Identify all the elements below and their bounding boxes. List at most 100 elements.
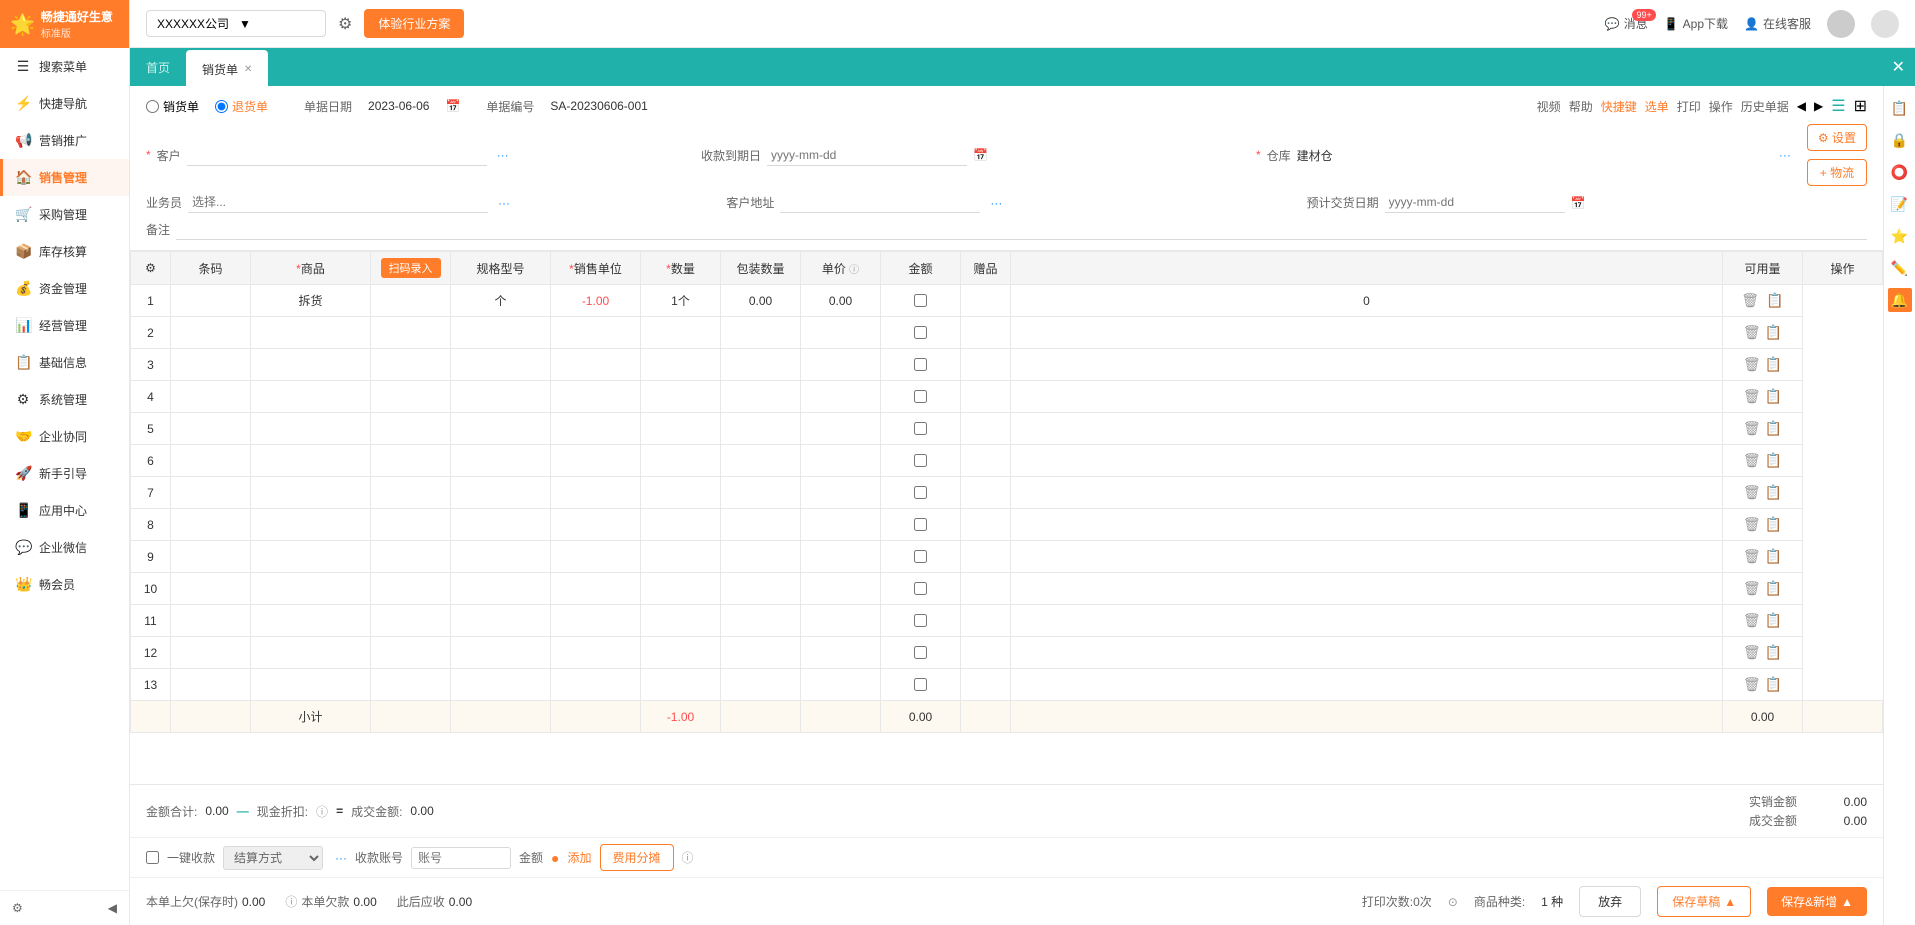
customer-input[interactable] [187,145,487,166]
gift-checkbox[interactable] [914,390,927,403]
gift-checkbox[interactable] [914,486,927,499]
gift-checkbox[interactable] [914,582,927,595]
video-btn[interactable]: 视频 [1537,98,1561,115]
right-panel-icon-2[interactable]: 🔒 [1888,128,1912,152]
delete-row-btn[interactable]: 🗑 [1741,516,1763,533]
right-panel-icon-6[interactable]: ✏️ [1888,256,1912,280]
online-service-item[interactable]: 👤 在线客服 [1744,15,1811,32]
logistics-button[interactable]: + 物流 [1807,159,1867,186]
company-selector[interactable]: XXXXXX公司 ▼ [146,10,326,37]
avatar2[interactable] [1871,10,1899,38]
row-barcode[interactable] [171,285,251,317]
sidebar-item-marketing[interactable]: 📢 营销推广 [0,122,129,159]
calendar-icon[interactable]: 📅 [445,99,460,113]
th-setting[interactable]: ⚙ [131,252,171,285]
list-view-icon[interactable]: ☰ [1831,96,1845,116]
scan-btn[interactable]: 扫码录入 [381,258,441,278]
message-item[interactable]: 💬 消息 99+ [1605,15,1648,32]
delete-row-btn[interactable]: 🗑 [1741,452,1763,469]
payment-dots[interactable]: ··· [335,851,347,865]
copy-row-btn[interactable]: 📋 [1763,676,1784,693]
settings-gear-icon[interactable]: ⚙ [338,14,352,34]
history-btn[interactable]: 历史单据 [1741,98,1789,115]
delete-row-btn[interactable]: 🗑 [1741,324,1763,341]
gift-checkbox[interactable] [914,518,927,531]
warehouse-dots[interactable]: ··· [1779,148,1791,162]
grid-view-icon[interactable]: ⊞ [1854,96,1867,116]
row-gift[interactable] [881,285,961,317]
row-spec[interactable] [371,285,451,317]
sidebar-item-member[interactable]: 👑 畅会员 [0,566,129,603]
salesperson-input[interactable] [188,192,488,213]
copy-row-btn[interactable]: 📋 [1763,516,1784,533]
radio-return-label[interactable]: 退货单 [215,98,268,115]
app-download-item[interactable]: 📱 App下载 [1664,15,1728,32]
gift-checkbox[interactable] [914,614,927,627]
gift-checkbox[interactable] [914,678,927,691]
sidebar-collapse-icon[interactable]: ◀ [108,901,117,915]
copy-row-btn[interactable]: 📋 [1763,356,1784,373]
save-draft-button[interactable]: 保存草稿 ▲ [1657,886,1751,917]
tab-sales-order[interactable]: 销货单 ✕ [186,50,268,88]
copy-row-btn[interactable]: 📋 [1763,612,1784,629]
remark-input[interactable] [176,219,1867,240]
tabbar-close-btn[interactable]: ✕ [1892,57,1905,77]
sidebar-item-business[interactable]: 📊 经营管理 [0,307,129,344]
sidebar-item-system[interactable]: ⚙ 系统管理 [0,381,129,418]
copy-row-btn[interactable]: 📋 [1763,644,1784,661]
tab-home[interactable]: 首页 [130,48,186,86]
sidebar-item-sales[interactable]: 🏠 销售管理 [0,159,129,196]
next-icon[interactable]: ▶ [1814,99,1823,113]
add-payment-btn[interactable]: ● [551,850,559,866]
table-setting-icon[interactable]: ⚙ [145,261,156,275]
address-input[interactable] [780,192,980,213]
expected-date-input[interactable] [1385,192,1565,213]
copy-row-btn[interactable]: 📋 [1763,548,1784,565]
delete-row-btn[interactable]: 🗑 [1741,580,1763,597]
copy-row-btn[interactable]: 📋 [1763,452,1784,469]
sidebar-item-quicknav[interactable]: ⚡ 快捷导航 [0,85,129,122]
sidebar-item-collab[interactable]: 🤝 企业协同 [0,418,129,455]
trial-button[interactable]: 体验行业方案 [364,9,464,38]
help-btn[interactable]: 帮助 [1569,98,1593,115]
operation-btn[interactable]: 操作 [1709,98,1733,115]
right-panel-icon-4[interactable]: 📝 [1888,192,1912,216]
sidebar-item-wechat[interactable]: 💬 企业微信 [0,529,129,566]
setting-button[interactable]: ⚙ 设置 [1807,124,1867,151]
radio-sales[interactable] [146,100,159,113]
copy-row-btn[interactable]: 📋 [1763,420,1784,437]
delete-row-btn[interactable]: 🗑 [1741,644,1763,661]
discard-button[interactable]: 放弃 [1579,886,1641,917]
sidebar-item-appstore[interactable]: 📱 应用中心 [0,492,129,529]
sidebar-item-purchase[interactable]: 🛒 采购管理 [0,196,129,233]
due-date-input[interactable] [767,145,967,166]
delete-row-btn[interactable]: 🗑 [1739,292,1761,309]
sidebar-settings-icon[interactable]: ⚙ [12,901,23,915]
sidebar-item-guide[interactable]: 🚀 新手引导 [0,455,129,492]
delete-row-btn[interactable]: 🗑 [1741,388,1763,405]
delete-row-btn[interactable]: 🗑 [1741,676,1763,693]
right-panel-icon-3[interactable]: ⭕ [1888,160,1912,184]
customer-dots[interactable]: ··· [497,148,509,162]
right-panel-icon-1[interactable]: 📋 [1888,96,1912,120]
gift-checkbox[interactable] [914,646,927,659]
account-input[interactable] [411,847,511,869]
one-click-pay-checkbox[interactable] [146,851,159,864]
select-btn[interactable]: 选单 [1645,98,1669,115]
avatar[interactable] [1827,10,1855,38]
shortcut-btn[interactable]: 快捷键 [1601,98,1637,115]
address-dots[interactable]: ··· [990,196,1002,210]
tab-close-icon[interactable]: ✕ [244,64,252,75]
copy-row-btn[interactable]: 📋 [1763,388,1784,405]
row-price[interactable]: 0.00 [721,285,801,317]
copy-row-btn[interactable]: 📋 [1763,324,1784,341]
row-qty[interactable]: -1.00 [551,285,641,317]
print-btn[interactable]: 打印 [1677,98,1701,115]
sidebar-item-basic[interactable]: 📋 基础信息 [0,344,129,381]
gift-checkbox[interactable] [914,326,927,339]
gift-checkbox[interactable] [914,294,927,307]
sidebar-item-search[interactable]: ☰ 搜索菜单 [0,48,129,85]
expense-split-btn[interactable]: 费用分摊 [600,844,674,871]
right-panel-icon-5[interactable]: ⭐ [1888,224,1912,248]
sidebar-item-finance[interactable]: 💰 资金管理 [0,270,129,307]
